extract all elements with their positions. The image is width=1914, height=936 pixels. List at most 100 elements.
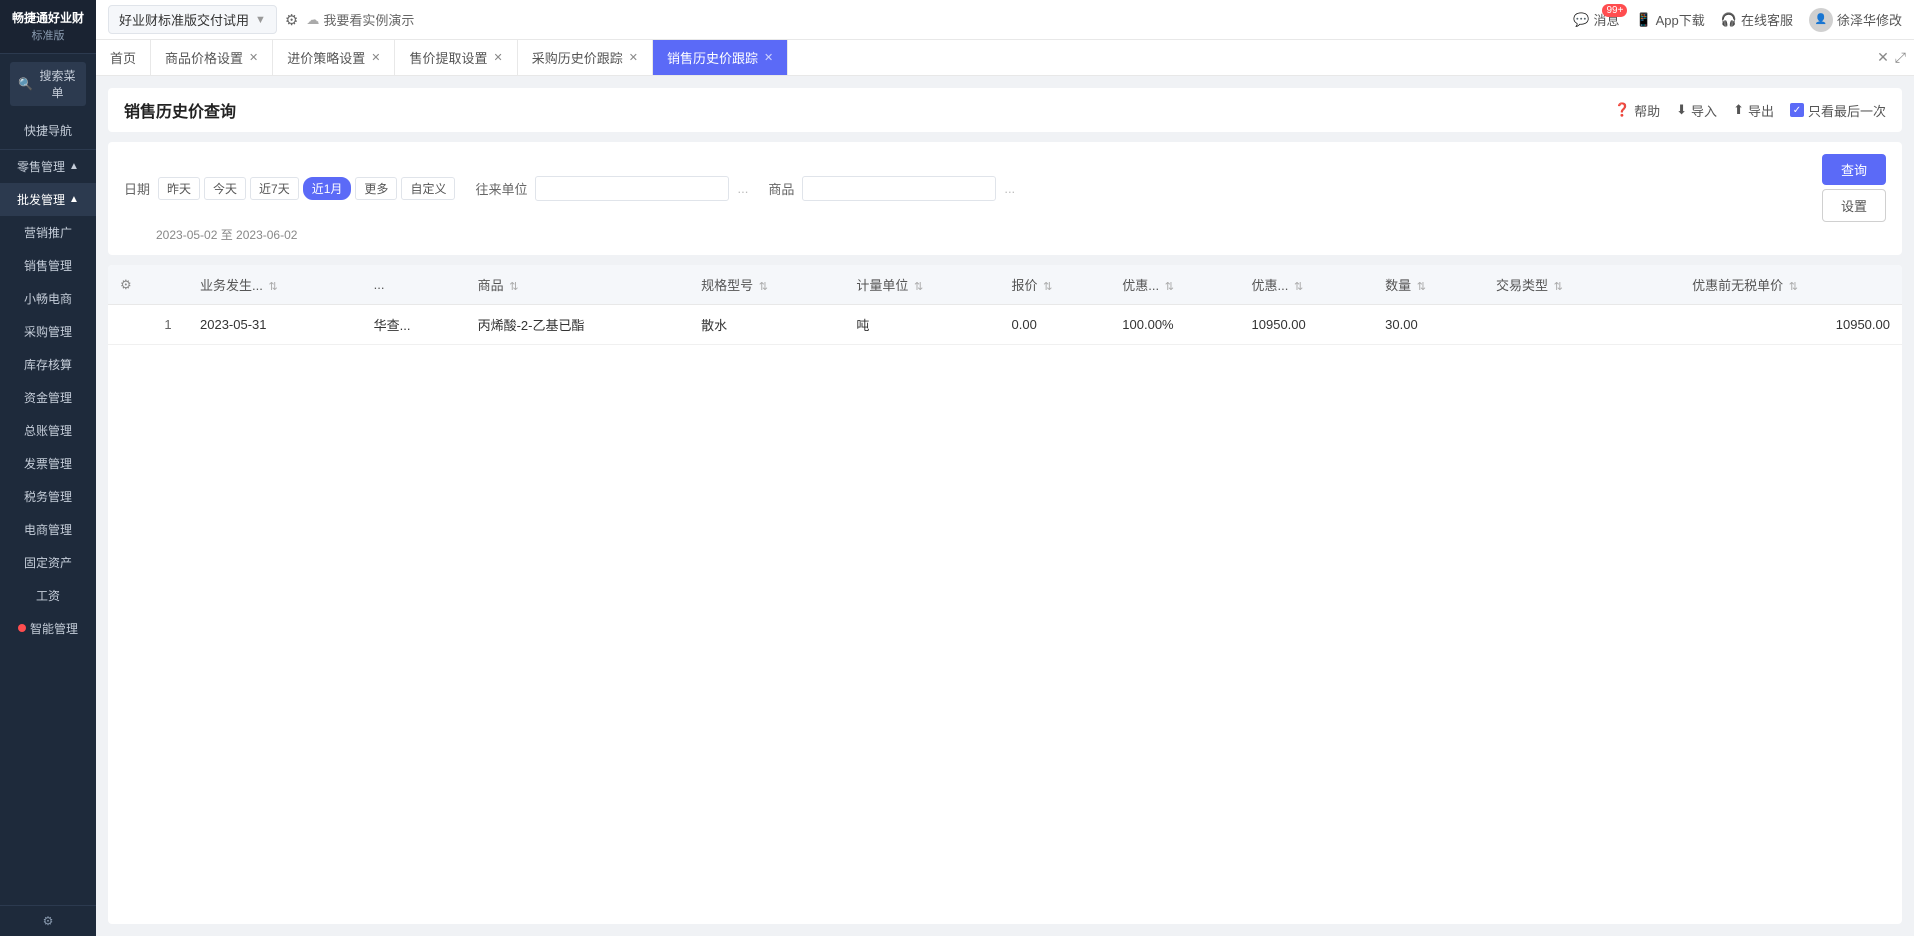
- col-more-header[interactable]: ...: [362, 265, 466, 305]
- sidebar-item-label: 库存核算: [24, 356, 72, 373]
- export-button[interactable]: ⬆ 导出: [1733, 101, 1774, 120]
- sidebar-item-quick-nav[interactable]: 快捷导航: [0, 114, 96, 147]
- topbar-gear-icon[interactable]: ⚙: [285, 11, 298, 29]
- sort-icon: ⇅: [1417, 281, 1426, 293]
- date-last7days-btn[interactable]: 近7天: [250, 177, 299, 200]
- tab-home[interactable]: 首页: [96, 40, 151, 75]
- tab-close-icon[interactable]: ✕: [764, 51, 773, 64]
- cell-price: 0.00: [1000, 305, 1111, 345]
- sort-icon: ⇅: [759, 281, 768, 293]
- col-product-header[interactable]: 商品 ⇅: [466, 265, 690, 305]
- tab-label: 销售历史价跟踪: [667, 48, 758, 67]
- settings-icon[interactable]: ⚙: [120, 277, 132, 292]
- sidebar-item-assets[interactable]: 固定资产: [0, 546, 96, 579]
- sidebar-item-ecommerce[interactable]: 电商管理: [0, 513, 96, 546]
- demo-button[interactable]: ☁ 我要看实例演示: [306, 10, 414, 29]
- col-quantity-header[interactable]: 数量 ⇅: [1373, 265, 1484, 305]
- sidebar-item-label: 智能管理: [30, 620, 78, 637]
- tab-close-icon[interactable]: ✕: [371, 51, 380, 64]
- logo-sub: 标准版: [32, 27, 65, 43]
- search-menu-button[interactable]: 🔍 搜索菜单: [10, 62, 86, 106]
- sidebar-item-ecommerce-small[interactable]: 小畅电商: [0, 282, 96, 315]
- sidebar-item-invoice[interactable]: 发票管理: [0, 447, 96, 480]
- tab-purchase-strategy[interactable]: 进价策略设置 ✕: [273, 40, 395, 75]
- date-today-btn[interactable]: 今天: [204, 177, 246, 200]
- gear-icon: ⚙: [43, 914, 54, 928]
- help-label: 帮助: [1634, 101, 1660, 120]
- last-only-checkbox[interactable]: 只看最后一次: [1790, 101, 1886, 120]
- date-custom-btn[interactable]: 自定义: [401, 177, 455, 200]
- tab-price-extract[interactable]: 售价提取设置 ✕: [395, 40, 517, 75]
- expand-window-icon[interactable]: ⤢: [1895, 49, 1906, 66]
- col-business-date-header[interactable]: 业务发生... ⇅: [188, 265, 362, 305]
- tab-product-price[interactable]: 商品价格设置 ✕: [151, 40, 273, 75]
- date-more-btn[interactable]: 更多: [355, 177, 397, 200]
- product-more-icon[interactable]: ...: [1004, 181, 1015, 196]
- tab-label: 商品价格设置: [165, 48, 243, 67]
- col-discount-pct-header[interactable]: 优惠... ⇅: [1110, 265, 1239, 305]
- sidebar-item-tax[interactable]: 税务管理: [0, 480, 96, 513]
- filter-bar: 日期 昨天 今天 近7天 近1月 更多 自定义 往来单位 ...: [108, 142, 1902, 255]
- close-window-icon[interactable]: ✕: [1877, 49, 1889, 66]
- supplier-input[interactable]: [535, 176, 729, 201]
- page-title: 销售历史价查询: [124, 98, 236, 122]
- product-label: 商品: [768, 179, 794, 198]
- tab-close-icon[interactable]: ✕: [494, 51, 503, 64]
- module-selector[interactable]: 好业财标准版交付试用 ▼: [108, 5, 277, 34]
- tab-label: 售价提取设置: [409, 48, 487, 67]
- date-yesterday-btn[interactable]: 昨天: [158, 177, 200, 200]
- sidebar-item-purchase[interactable]: 采购管理: [0, 315, 96, 348]
- main-content: 好业财标准版交付试用 ▼ ⚙ ☁ 我要看实例演示 💬 消息 99+ 📱 App下…: [96, 0, 1914, 936]
- tab-sales-history[interactable]: 销售历史价跟踪 ✕: [653, 40, 788, 75]
- query-button[interactable]: 查询: [1822, 154, 1886, 185]
- date-last1month-btn[interactable]: 近1月: [303, 177, 352, 200]
- cell-quantity: 30.00: [1373, 305, 1484, 345]
- col-discount-amt-header[interactable]: 优惠... ⇅: [1240, 265, 1374, 305]
- sidebar-item-marketing[interactable]: 营销推广: [0, 216, 96, 249]
- help-button[interactable]: ❓ 帮助: [1614, 101, 1660, 120]
- avatar: 👤: [1809, 8, 1833, 32]
- sidebar-settings-button[interactable]: ⚙: [0, 905, 96, 936]
- online-service-button[interactable]: 🎧 在线客服: [1721, 10, 1793, 29]
- supplier-more-icon[interactable]: ...: [737, 181, 748, 196]
- sidebar-item-sales[interactable]: 销售管理: [0, 249, 96, 282]
- col-unit-header[interactable]: 计量单位 ⇅: [844, 265, 999, 305]
- page-header: 销售历史价查询 ❓ 帮助 ⬇ 导入 ⬆ 导出 只看最后一次: [108, 88, 1902, 132]
- action-buttons: 查询 设置: [1822, 154, 1886, 222]
- tab-purchase-history[interactable]: 采购历史价跟踪 ✕: [518, 40, 653, 75]
- sidebar-item-label: 批发管理: [17, 191, 65, 208]
- module-name: 好业财标准版交付试用: [119, 10, 249, 29]
- page-actions: ❓ 帮助 ⬇ 导入 ⬆ 导出 只看最后一次: [1614, 101, 1886, 120]
- cell-supplier: 华查...: [362, 305, 466, 345]
- col-spec-header[interactable]: 规格型号 ⇅: [689, 265, 844, 305]
- user-name: 徐泽华修改: [1837, 10, 1902, 29]
- product-input[interactable]: [802, 176, 996, 201]
- sidebar-logo: 畅捷通好业财 标准版: [0, 0, 96, 54]
- sidebar-item-inventory[interactable]: 库存核算: [0, 348, 96, 381]
- col-spacer-header: [1639, 265, 1680, 305]
- sidebar-item-payroll[interactable]: 工资: [0, 579, 96, 612]
- sidebar-item-retail[interactable]: 零售管理 ▲: [0, 150, 96, 183]
- col-price-header[interactable]: 报价 ⇅: [1000, 265, 1111, 305]
- message-button[interactable]: 💬 消息 99+: [1573, 10, 1619, 29]
- sidebar-item-intelligent[interactable]: 智能管理: [0, 612, 96, 645]
- date-filter-group: 日期 昨天 今天 近7天 近1月 更多 自定义: [124, 177, 455, 200]
- chevron-down-icon: ▲: [69, 161, 79, 172]
- tab-close-icon[interactable]: ✕: [629, 51, 638, 64]
- app-download-button[interactable]: 📱 App下载: [1635, 10, 1704, 29]
- col-pretax-price-header[interactable]: 优惠前无税单价 ⇅: [1680, 265, 1902, 305]
- settings-button[interactable]: 设置: [1822, 189, 1886, 222]
- tab-label: 采购历史价跟踪: [532, 48, 623, 67]
- sidebar-item-ledger[interactable]: 总账管理: [0, 414, 96, 447]
- tab-close-icon[interactable]: ✕: [249, 51, 258, 64]
- sort-icon: ⇅: [268, 281, 277, 293]
- sidebar-item-wholesale[interactable]: 批发管理 ▲: [0, 183, 96, 216]
- col-transaction-type-header[interactable]: 交易类型 ⇅: [1484, 265, 1639, 305]
- import-button[interactable]: ⬇ 导入: [1676, 101, 1717, 120]
- user-profile-button[interactable]: 👤 徐泽华修改: [1809, 8, 1902, 32]
- topbar-right: 💬 消息 99+ 📱 App下载 🎧 在线客服 👤 徐泽华修改: [1573, 8, 1902, 32]
- tabbar-end: ✕ ⤢: [1869, 40, 1914, 75]
- sidebar-item-finance[interactable]: 资金管理: [0, 381, 96, 414]
- sidebar-item-label: 工资: [36, 587, 60, 604]
- table-header-row: ⚙ 业务发生... ⇅ ... 商品 ⇅ 规格型号 ⇅ 计量单位 ⇅ 报价 ⇅ …: [108, 265, 1902, 305]
